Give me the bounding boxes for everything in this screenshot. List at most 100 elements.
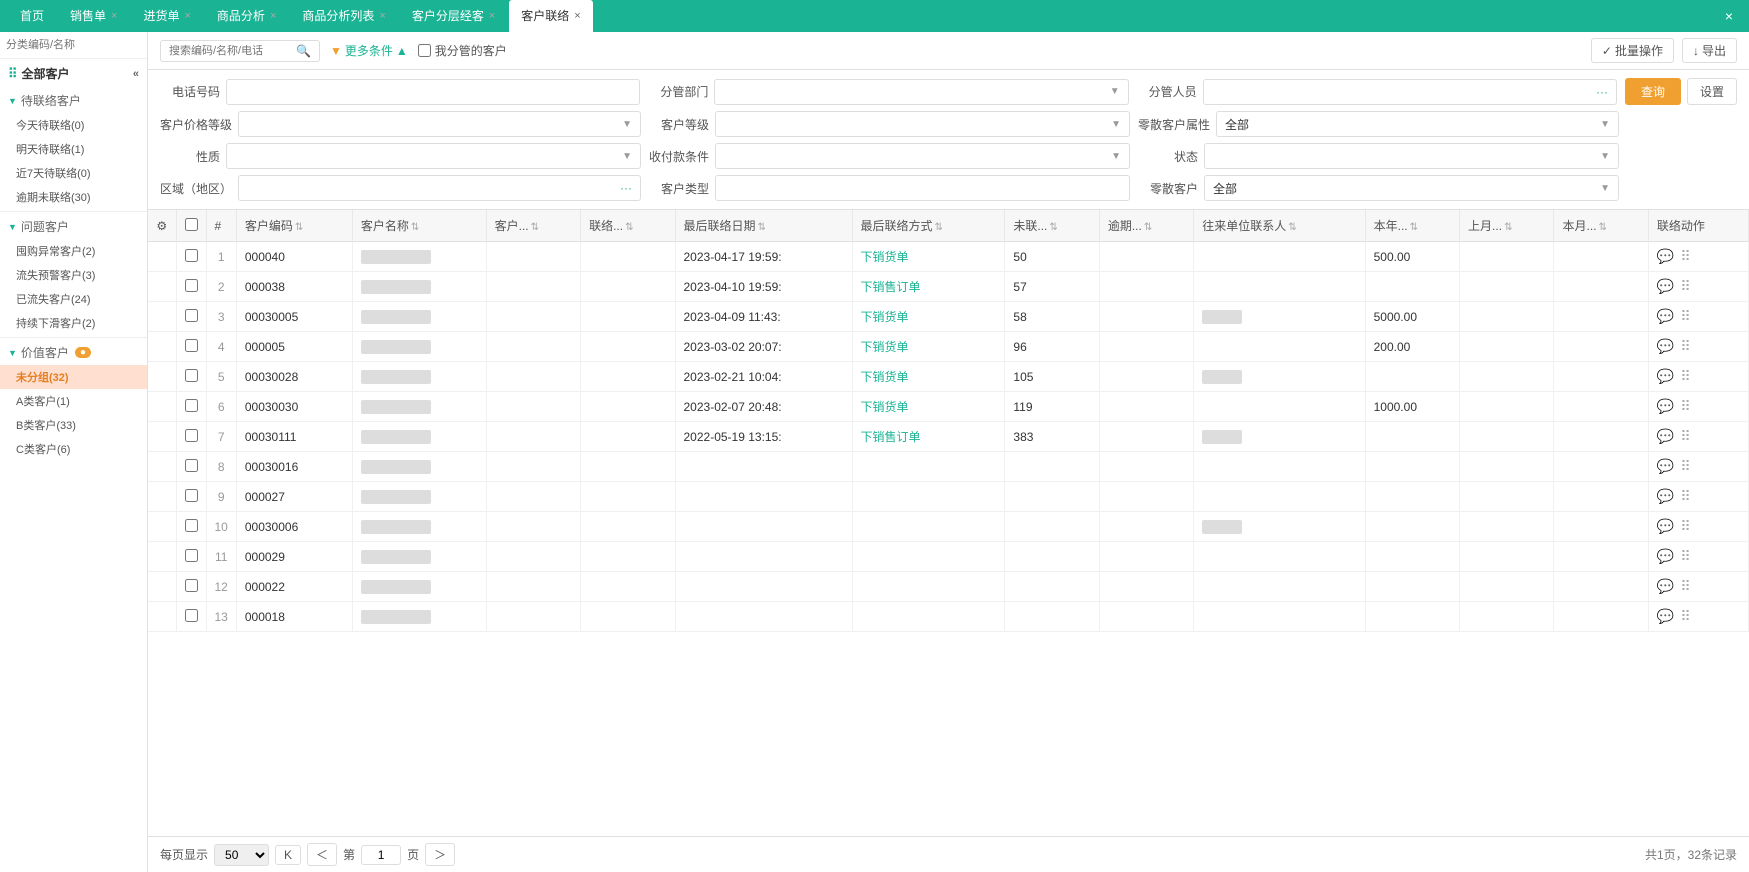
- row-checkbox[interactable]: [185, 609, 198, 622]
- grid-action-icon[interactable]: ⠿: [1680, 398, 1690, 415]
- close-product-analysis-tab[interactable]: ×: [270, 0, 276, 32]
- more-conditions-button[interactable]: ▼ 更多条件 ▲: [330, 42, 408, 59]
- col-last-month[interactable]: 上月...⇅: [1460, 210, 1554, 242]
- col-no-contact[interactable]: 未联...⇅: [1005, 210, 1099, 242]
- sidebar-item-tomorrow-pending[interactable]: 明天待联络(1): [0, 137, 147, 161]
- sidebar-item-unclassified[interactable]: 未分组(32): [0, 365, 147, 389]
- row-checkbox[interactable]: [185, 579, 198, 592]
- col-code[interactable]: 客户编码⇅: [236, 210, 352, 242]
- row-checkbox[interactable]: [185, 549, 198, 562]
- contact-way-link[interactable]: 下销货单: [861, 250, 909, 264]
- close-customer-contact-tab[interactable]: ×: [574, 0, 580, 32]
- contact-way-link[interactable]: 下销售订单: [861, 430, 921, 444]
- col-company-contact[interactable]: 往来单位联系人⇅: [1194, 210, 1365, 242]
- tab-product-analysis-list[interactable]: 商品分析列表 ×: [290, 0, 397, 32]
- export-button[interactable]: ↓ 导出: [1682, 38, 1737, 63]
- row-checkbox[interactable]: [185, 429, 198, 442]
- first-page-button[interactable]: K: [275, 845, 301, 865]
- tab-sales[interactable]: 销售单 ×: [58, 0, 129, 32]
- contact-way-link[interactable]: 下销售订单: [861, 280, 921, 294]
- customer-level-select[interactable]: ▼: [715, 111, 1130, 137]
- grid-action-icon[interactable]: ⠿: [1680, 278, 1690, 295]
- row-checkbox[interactable]: [185, 339, 198, 352]
- contact-way-link[interactable]: 下销货单: [861, 340, 909, 354]
- grid-action-icon[interactable]: ⠿: [1680, 608, 1690, 625]
- page-number-input[interactable]: [361, 845, 401, 865]
- chat-action-icon[interactable]: 💬: [1657, 338, 1674, 355]
- sidebar-item-churn-warning[interactable]: 流失预警客户(3): [0, 263, 147, 287]
- prev-page-button[interactable]: ＜: [307, 843, 337, 866]
- chat-action-icon[interactable]: 💬: [1657, 608, 1674, 625]
- chat-action-icon[interactable]: 💬: [1657, 278, 1674, 295]
- col-overdue[interactable]: 逾期...⇅: [1099, 210, 1193, 242]
- col-name[interactable]: 客户名称⇅: [352, 210, 486, 242]
- sidebar-item-overdue-pending[interactable]: 逾期未联络(30): [0, 185, 147, 209]
- next-page-button[interactable]: ＞: [425, 843, 455, 866]
- chat-action-icon[interactable]: 💬: [1657, 488, 1674, 505]
- tab-home[interactable]: 首页: [8, 0, 56, 32]
- collapse-sidebar-icon[interactable]: «: [133, 68, 139, 80]
- grid-action-icon[interactable]: ⠿: [1680, 548, 1690, 565]
- grid-action-icon[interactable]: ⠿: [1680, 338, 1690, 355]
- row-checkbox[interactable]: [185, 399, 198, 412]
- chat-action-icon[interactable]: 💬: [1657, 248, 1674, 265]
- row-checkbox[interactable]: [185, 369, 198, 382]
- sidebar-item-abnormal[interactable]: 囤购异常客户(2): [0, 239, 147, 263]
- close-sales-tab[interactable]: ×: [111, 0, 117, 32]
- grid-action-icon[interactable]: ⠿: [1680, 578, 1690, 595]
- close-customer-segment-tab[interactable]: ×: [489, 0, 495, 32]
- nature-select[interactable]: ▼: [226, 143, 641, 169]
- sidebar-item-declining[interactable]: 持续下滑客户(2): [0, 311, 147, 335]
- sidebar-item-class-a[interactable]: A类客户(1): [0, 389, 147, 413]
- row-checkbox[interactable]: [185, 459, 198, 472]
- contact-way-link[interactable]: 下销货单: [861, 370, 909, 384]
- sidebar-item-class-b[interactable]: B类客户(33): [0, 413, 147, 437]
- sidebar-item-today-pending[interactable]: 今天待联络(0): [0, 113, 147, 137]
- col-type[interactable]: 客户...⇅: [486, 210, 580, 242]
- tab-product-analysis[interactable]: 商品分析 ×: [205, 0, 288, 32]
- sidebar-search-input[interactable]: [6, 39, 148, 51]
- grid-action-icon[interactable]: ⠿: [1680, 428, 1690, 445]
- payment-select[interactable]: ▼: [715, 143, 1130, 169]
- retail-customer-select[interactable]: 全部▼: [1204, 175, 1619, 201]
- row-checkbox[interactable]: [185, 489, 198, 502]
- chat-action-icon[interactable]: 💬: [1657, 578, 1674, 595]
- tab-purchase[interactable]: 进货单 ×: [131, 0, 202, 32]
- region-dots[interactable]: ···: [238, 175, 641, 201]
- price-level-select[interactable]: ▼: [238, 111, 641, 137]
- col-this-year[interactable]: 本年...⇅: [1365, 210, 1459, 242]
- my-customers-check[interactable]: [418, 44, 431, 57]
- chat-action-icon[interactable]: 💬: [1657, 548, 1674, 565]
- sidebar-item-7day-pending[interactable]: 近7天待联络(0): [0, 161, 147, 185]
- close-product-analysis-list-tab[interactable]: ×: [379, 0, 385, 32]
- chat-action-icon[interactable]: 💬: [1657, 518, 1674, 535]
- chat-action-icon[interactable]: 💬: [1657, 458, 1674, 475]
- my-customers-checkbox[interactable]: 我分管的客户: [418, 42, 507, 59]
- search-icon[interactable]: 🔍: [296, 44, 311, 58]
- grid-action-icon[interactable]: ⠿: [1680, 458, 1690, 475]
- col-last-way[interactable]: 最后联络方式⇅: [852, 210, 1005, 242]
- dept-select[interactable]: ▼: [714, 79, 1128, 105]
- all-customers-header[interactable]: ⠿ 全部客户 «: [0, 59, 147, 88]
- row-checkbox[interactable]: [185, 249, 198, 262]
- contact-way-link[interactable]: 下销货单: [861, 400, 909, 414]
- status-select[interactable]: ▼: [1204, 143, 1619, 169]
- retail-attr-select[interactable]: 全部▼: [1216, 111, 1619, 137]
- select-all-checkbox[interactable]: [185, 218, 198, 231]
- row-checkbox[interactable]: [185, 279, 198, 292]
- query-button[interactable]: 查询: [1625, 78, 1681, 105]
- phone-input[interactable]: [226, 79, 640, 105]
- row-checkbox[interactable]: [185, 519, 198, 532]
- chat-action-icon[interactable]: 💬: [1657, 428, 1674, 445]
- customer-type-input[interactable]: [715, 175, 1130, 201]
- sidebar-item-churned[interactable]: 已流失客户(24): [0, 287, 147, 311]
- tab-customer-contact[interactable]: 客户联络 ×: [509, 0, 592, 32]
- chat-action-icon[interactable]: 💬: [1657, 398, 1674, 415]
- reset-button[interactable]: 设置: [1687, 78, 1737, 105]
- contact-way-link[interactable]: 下销货单: [861, 310, 909, 324]
- grid-action-icon[interactable]: ⠿: [1680, 368, 1690, 385]
- manager-dots[interactable]: ···: [1203, 79, 1617, 105]
- col-gear[interactable]: ⚙: [148, 210, 176, 242]
- tab-customer-segment[interactable]: 客户分层经客 ×: [400, 0, 507, 32]
- sidebar-item-class-c[interactable]: C类客户(6): [0, 437, 147, 461]
